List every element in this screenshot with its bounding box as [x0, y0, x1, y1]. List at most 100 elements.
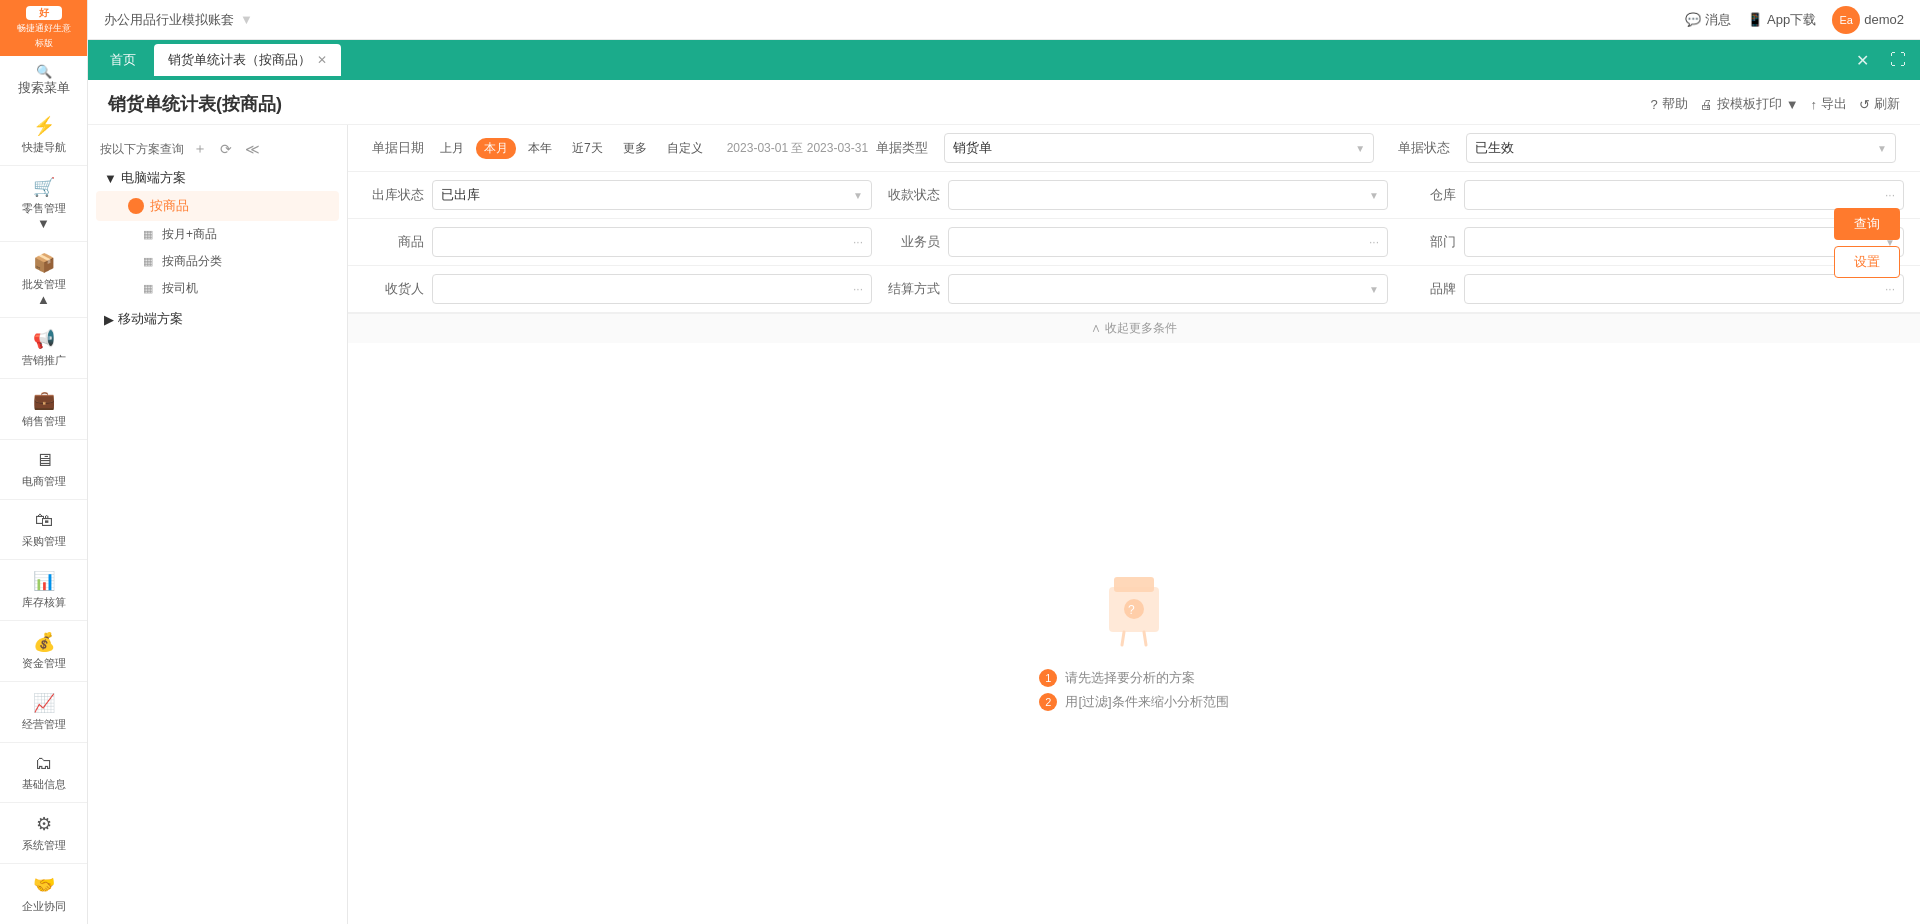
filter-payment-status: 收款状态 ▼	[880, 180, 1388, 210]
tree-group-desktop-header[interactable]: ▼ 电脑端方案	[96, 165, 339, 191]
help-btn[interactable]: ? 帮助	[1650, 95, 1687, 113]
salesperson-input[interactable]: ···	[948, 227, 1388, 257]
empty-hint-2: 2 用[过滤]条件来缩小分析范围	[1039, 693, 1228, 711]
date-btn-last-month[interactable]: 上月	[432, 138, 472, 159]
breadcrumb-text: 办公用品行业模拟账套	[104, 11, 234, 29]
system-icon: ⚙	[36, 813, 52, 835]
wholesale-icon: 📦	[33, 252, 55, 274]
out-status-select[interactable]: 已出库 ▼	[432, 180, 872, 210]
refresh-btn[interactable]: ↺ 刷新	[1859, 95, 1900, 113]
receiver-label: 收货人	[364, 280, 424, 298]
query-btn[interactable]: 查询	[1834, 208, 1900, 240]
doc-type-select[interactable]: 销货单 ▼	[944, 133, 1374, 163]
username: demo2	[1864, 12, 1904, 27]
date-filter-row: 单据日期 上月 本月 本年 近7天 更多 自定义 2023-03-01 至 20…	[348, 125, 1920, 172]
sidebar-item-wholesale[interactable]: 📦 批发管理 ▲	[0, 242, 87, 318]
scheme-collapse-btn[interactable]: ≪	[242, 139, 262, 159]
app-download-btn[interactable]: 📱 App下载	[1747, 11, 1816, 29]
payment-method-select[interactable]: ▼	[948, 274, 1388, 304]
topbar-right: 💬 消息 📱 App下载 Ea demo2	[1685, 6, 1904, 34]
desktop-expand-icon: ▼	[104, 171, 117, 186]
export-label: 导出	[1821, 95, 1847, 113]
sidebar-item-system[interactable]: ⚙ 系统管理	[0, 803, 87, 864]
user-profile[interactable]: Ea demo2	[1832, 6, 1904, 34]
scheme-by-month-label: 按月+商品	[162, 226, 217, 243]
sidebar-item-quicknav[interactable]: ⚡ 快捷导航	[0, 105, 87, 166]
date-range-display: 2023-03-01 至 2023-03-31	[727, 140, 868, 157]
scheme-add-btn[interactable]: ＋	[190, 139, 210, 159]
print-label: 按模板打印	[1717, 95, 1782, 113]
right-top-actions: 查询 设置	[1834, 208, 1900, 278]
sidebar-item-inventory[interactable]: 📊 库存核算	[0, 560, 87, 621]
sidebar-item-finance[interactable]: 💰 资金管理	[0, 621, 87, 682]
tab-close-btn[interactable]: ✕	[317, 53, 327, 67]
filter-product: 商品 ···	[364, 227, 872, 257]
salesperson-dots: ···	[1369, 235, 1379, 249]
app-name: 畅捷通好生意	[17, 22, 71, 35]
export-btn[interactable]: ↑ 导出	[1811, 95, 1848, 113]
collapse-bar[interactable]: ∧ 收起更多条件	[348, 313, 1920, 343]
sidebar-search[interactable]: 🔍 搜索菜单	[0, 56, 87, 105]
print-btn[interactable]: 🖨 按模板打印 ▼	[1700, 95, 1799, 113]
brand-label: 品牌	[1396, 280, 1456, 298]
sidebar-item-ecommerce[interactable]: 🖥 电商管理	[0, 440, 87, 500]
date-btn-7days[interactable]: 近7天	[564, 138, 611, 159]
payment-status-select[interactable]: ▼	[948, 180, 1388, 210]
sales-label: 销售管理	[22, 414, 66, 429]
doc-status-select[interactable]: 已生效 ▼	[1466, 133, 1896, 163]
quicknav-label: 快捷导航	[22, 140, 66, 155]
doc-status-caret: ▼	[1877, 143, 1887, 154]
sidebar-item-sales[interactable]: 💼 销售管理	[0, 379, 87, 440]
product-input[interactable]: ···	[432, 227, 872, 257]
grid-icon-3: ▦	[140, 281, 156, 297]
scheme-by-cashier-label: 按司机	[162, 280, 198, 297]
scheme-item-by-category[interactable]: ▦ 按商品分类	[96, 248, 339, 275]
filter-brand: 品牌 ···	[1396, 274, 1904, 304]
scheme-item-by-month-product[interactable]: ▦ 按月+商品	[96, 221, 339, 248]
brand-dots: ···	[1885, 282, 1895, 296]
message-btn[interactable]: 💬 消息	[1685, 11, 1731, 29]
sidebar-item-retail[interactable]: 🛒 零售管理 ▼	[0, 166, 87, 242]
grid-icon-1: ▦	[140, 227, 156, 243]
tab-home[interactable]: 首页	[96, 44, 150, 76]
doc-status-label: 单据状态	[1398, 139, 1450, 157]
scheme-item-by-product[interactable]: 按商品	[96, 191, 339, 221]
date-btn-custom[interactable]: 自定义	[659, 138, 711, 159]
receiver-input[interactable]: ···	[432, 274, 872, 304]
empty-hints: 1 请先选择要分析的方案 2 用[过滤]条件来缩小分析范围	[1039, 669, 1228, 711]
content-area: 销货单统计表(按商品) ? 帮助 🖨 按模板打印 ▼ ↑ 导出 ↺ 刷新	[88, 80, 1920, 924]
date-btn-this-month[interactable]: 本月	[476, 138, 516, 159]
payment-method-caret: ▼	[1369, 284, 1379, 295]
tree-group-mobile-header[interactable]: ▶ 移动端方案	[96, 306, 339, 332]
refresh-icon: ↺	[1859, 97, 1870, 112]
warehouse-dots: ···	[1885, 188, 1895, 202]
collab-icon: 🤝	[33, 874, 55, 896]
hint-num-2: 2	[1039, 693, 1057, 711]
scheme-refresh-btn[interactable]: ⟳	[216, 139, 236, 159]
sidebar-item-collab[interactable]: 🤝 企业协同	[0, 864, 87, 924]
warehouse-input[interactable]: ···	[1464, 180, 1904, 210]
ecommerce-icon: 🖥	[35, 450, 53, 471]
settings-btn[interactable]: 设置	[1834, 246, 1900, 278]
sidebar-item-marketing[interactable]: 📢 营销推广	[0, 318, 87, 379]
product-dots: ···	[853, 235, 863, 249]
page-header: 销货单统计表(按商品) ? 帮助 🖨 按模板打印 ▼ ↑ 导出 ↺ 刷新	[88, 80, 1920, 125]
svg-rect-1	[1114, 577, 1154, 592]
sidebar-item-purchase[interactable]: 🛍 采购管理	[0, 500, 87, 560]
filter-row-3: 收货人 ··· 结算方式 ▼ 品牌	[348, 266, 1920, 313]
tab-sales-report[interactable]: 销货单统计表（按商品） ✕	[154, 44, 341, 76]
date-btn-this-year[interactable]: 本年	[520, 138, 560, 159]
empty-icon: ?	[1084, 557, 1184, 657]
payment-method-label: 结算方式	[880, 280, 940, 298]
svg-text:?: ?	[1128, 603, 1135, 617]
date-btn-more[interactable]: 更多	[615, 138, 655, 159]
date-label: 单据日期	[364, 139, 424, 157]
doc-type-label: 单据类型	[876, 139, 928, 157]
scheme-item-by-cashier[interactable]: ▦ 按司机	[96, 275, 339, 302]
tab-close-all-btn[interactable]: ✕	[1848, 46, 1876, 74]
export-icon: ↑	[1811, 97, 1818, 112]
sidebar-item-basics[interactable]: 🗂 基础信息	[0, 743, 87, 803]
sidebar-item-operations[interactable]: 📈 经营管理	[0, 682, 87, 743]
tab-fullscreen-btn[interactable]: ⛶	[1884, 46, 1912, 74]
brand-input[interactable]: ···	[1464, 274, 1904, 304]
